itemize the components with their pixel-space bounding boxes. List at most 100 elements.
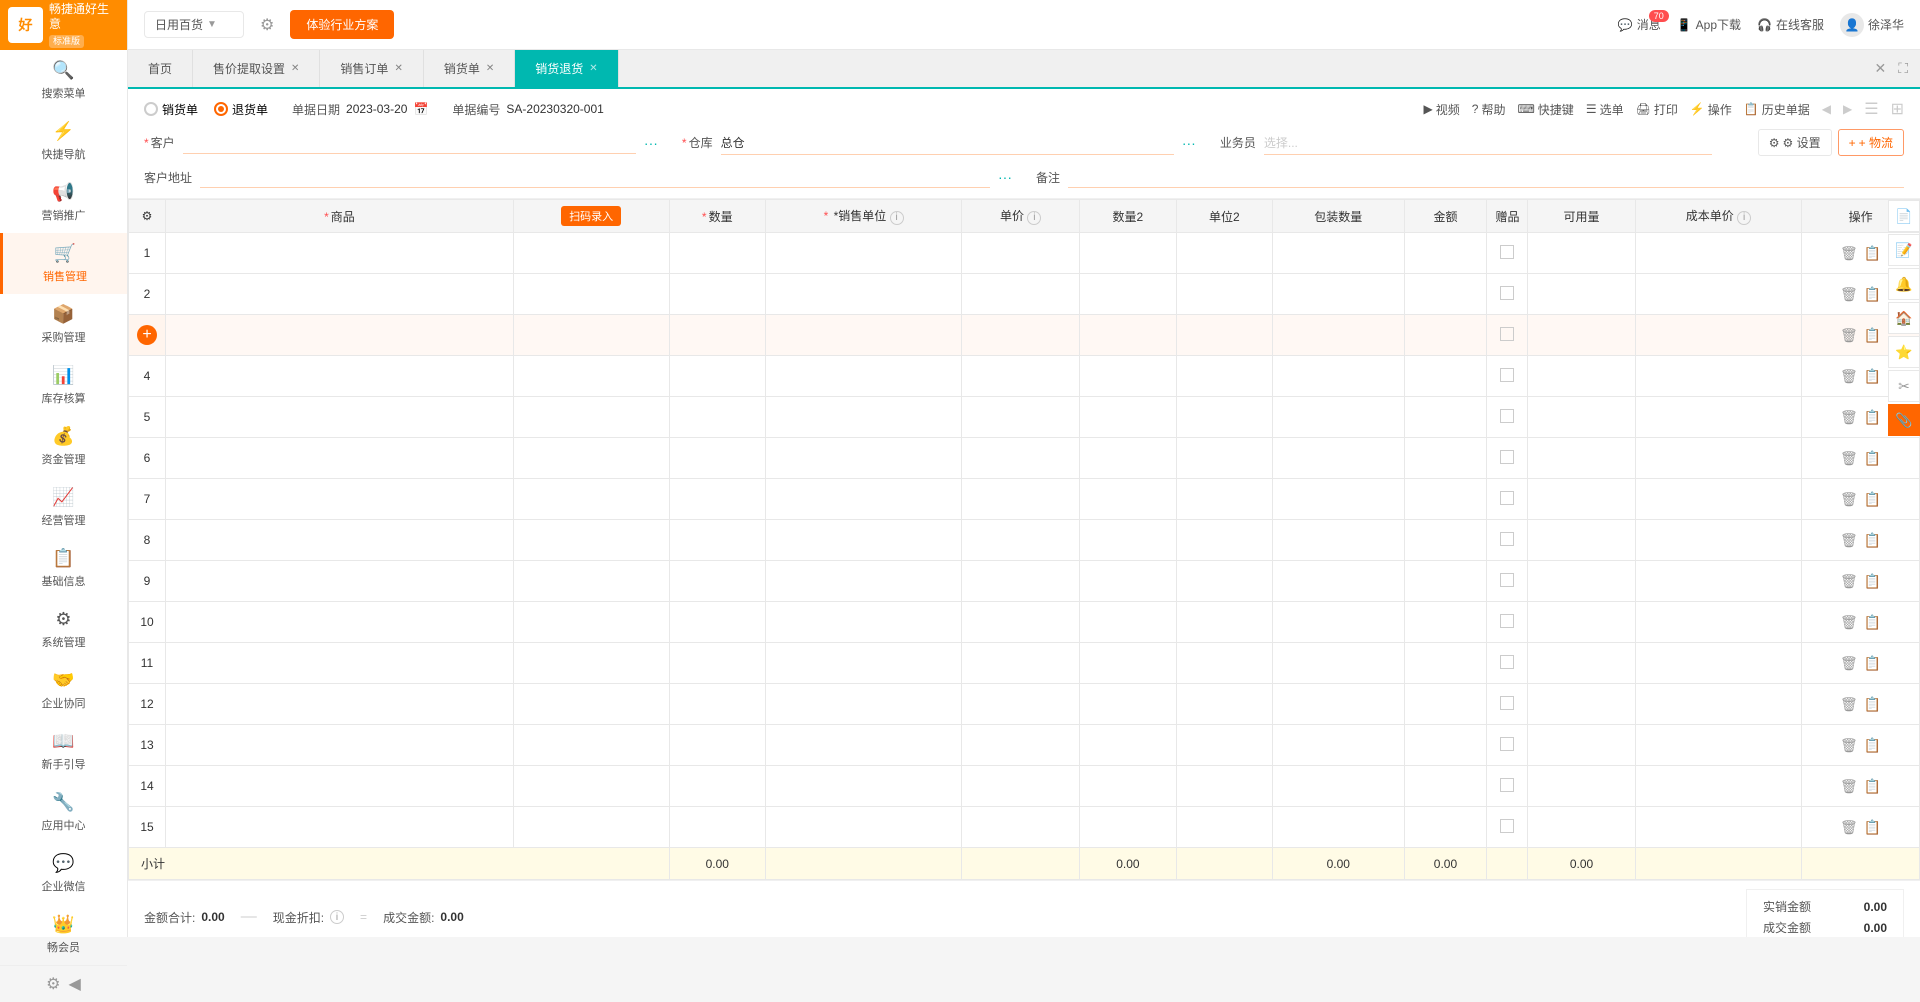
tab-close-4[interactable]: ✕ — [589, 63, 597, 74]
tab-销货退货[interactable]: 销货退货✕ — [515, 50, 618, 87]
copy-icon-9[interactable]: 📋 — [1864, 573, 1881, 590]
delete-icon-4[interactable]: 🗑 — [1840, 368, 1858, 385]
copy-icon-5[interactable]: 📋 — [1864, 409, 1881, 426]
shortcut-btn[interactable]: ⌨ 快捷键 — [1517, 101, 1573, 118]
gift-checkbox-10[interactable] — [1500, 614, 1514, 628]
price-info-icon[interactable]: i — [1027, 211, 1041, 225]
gift-checkbox-14[interactable] — [1500, 778, 1514, 792]
staff-input[interactable]: 选择... — [1264, 131, 1712, 155]
unit-info-icon[interactable]: i — [890, 211, 904, 225]
gift-checkbox-4[interactable] — [1500, 368, 1514, 382]
gift-checkbox-5[interactable] — [1500, 409, 1514, 423]
print-btn[interactable]: 🖨 打印 — [1636, 101, 1678, 118]
calendar-icon[interactable]: 📅 — [413, 102, 428, 116]
sidebar-item-新手引导[interactable]: 📖新手引导 — [0, 721, 127, 782]
delete-icon-14[interactable]: 🗑 — [1840, 778, 1858, 795]
address-input[interactable] — [200, 166, 990, 188]
delete-icon-6[interactable]: 🗑 — [1840, 450, 1858, 467]
delete-icon-5[interactable]: 🗑 — [1840, 409, 1858, 426]
sidebar-item-营销推广[interactable]: 📢营销推广 — [0, 172, 127, 233]
gift-checkbox-12[interactable] — [1500, 696, 1514, 710]
side-icon-orange[interactable]: 📎 — [1888, 404, 1920, 436]
history-btn[interactable]: 📋 历史单据 — [1744, 101, 1810, 118]
sidebar-item-畅会员[interactable]: 👑畅会员 — [0, 904, 127, 965]
add-row-button[interactable]: + — [137, 325, 157, 345]
copy-icon-4[interactable]: 📋 — [1864, 368, 1881, 385]
gift-checkbox-3[interactable] — [1500, 327, 1514, 341]
gift-checkbox-9[interactable] — [1500, 573, 1514, 587]
gift-checkbox-2[interactable] — [1500, 286, 1514, 300]
copy-icon-3[interactable]: 📋 — [1864, 327, 1881, 344]
copy-icon-10[interactable]: 📋 — [1864, 614, 1881, 631]
close-tab-icon[interactable]: ✕ — [1870, 56, 1890, 81]
sidebar-item-销售管理[interactable]: 🛒销售管理 — [0, 233, 127, 294]
tab-close-3[interactable]: ✕ — [486, 63, 494, 74]
video-btn[interactable]: ▶ 视频 — [1424, 101, 1460, 118]
gift-checkbox-1[interactable] — [1500, 245, 1514, 259]
trial-button[interactable]: 体验行业方案 — [290, 10, 394, 39]
delete-icon-8[interactable]: 🗑 — [1840, 532, 1858, 549]
tab-售价提取设置[interactable]: 售价提取设置✕ — [193, 50, 320, 87]
operation-btn[interactable]: ⚡ 操作 — [1690, 101, 1732, 118]
logistics-button[interactable]: + + 物流 — [1838, 129, 1904, 156]
copy-icon-2[interactable]: 📋 — [1864, 286, 1881, 303]
delete-icon-10[interactable]: 🗑 — [1840, 614, 1858, 631]
message-button[interactable]: 💬 消息 70 — [1618, 16, 1661, 33]
tab-close-1[interactable]: ✕ — [291, 63, 299, 74]
category-select[interactable]: 日用百货 ▼ — [144, 11, 244, 38]
select-single-btn[interactable]: ☰ 选单 — [1586, 101, 1624, 118]
gift-checkbox-6[interactable] — [1500, 450, 1514, 464]
product-input-3[interactable] — [174, 328, 505, 342]
tab-销货单[interactable]: 销货单✕ — [424, 50, 515, 87]
help-btn[interactable]: ? 帮助 — [1472, 101, 1506, 118]
address-picker-icon[interactable]: ··· — [998, 169, 1012, 185]
app-download-button[interactable]: 📱 App下载 — [1677, 16, 1741, 33]
sidebar-item-应用中心[interactable]: 🔧应用中心 — [0, 782, 127, 843]
collapse-icon[interactable]: ◀ — [69, 974, 81, 994]
cost-info-icon[interactable]: i — [1737, 211, 1751, 225]
side-icon-doc[interactable]: 📄 — [1888, 200, 1920, 232]
customer-input[interactable] — [183, 132, 636, 154]
sidebar-item-库存核算[interactable]: 📊库存核算 — [0, 355, 127, 416]
copy-icon-8[interactable]: 📋 — [1864, 532, 1881, 549]
delete-icon-1[interactable]: 🗑 — [1840, 245, 1858, 262]
col-settings-icon[interactable]: ⚙ — [142, 209, 153, 223]
sidebar-item-企业微信[interactable]: 💬企业微信 — [0, 843, 127, 904]
side-icon-home[interactable]: 🏠 — [1888, 302, 1920, 334]
radio-return[interactable]: 退货单 — [214, 101, 268, 118]
delete-icon-2[interactable]: 🗑 — [1840, 286, 1858, 303]
copy-icon-11[interactable]: 📋 — [1864, 655, 1881, 672]
copy-icon-7[interactable]: 📋 — [1864, 491, 1881, 508]
view-toggle-grid[interactable]: ⊞ — [1891, 99, 1904, 119]
view-toggle-list[interactable]: ☰ — [1864, 99, 1878, 119]
delete-icon-13[interactable]: 🗑 — [1840, 737, 1858, 754]
side-icon-scissors[interactable]: ✂ — [1888, 370, 1920, 402]
tab-首页[interactable]: 首页 — [128, 50, 193, 87]
side-icon-star[interactable]: ⭐ — [1888, 336, 1920, 368]
sidebar-item-企业协同[interactable]: 🤝企业协同 — [0, 660, 127, 721]
gift-checkbox-11[interactable] — [1500, 655, 1514, 669]
discount-info-icon[interactable]: i — [330, 910, 344, 924]
scan-button[interactable]: 扫码录入 — [561, 206, 621, 226]
delete-icon-11[interactable]: 🗑 — [1840, 655, 1858, 672]
tab-close-2[interactable]: ✕ — [394, 63, 402, 74]
copy-icon-1[interactable]: 📋 — [1864, 245, 1881, 262]
tab-销售订单[interactable]: 销售订单✕ — [320, 50, 423, 87]
delete-icon-9[interactable]: 🗑 — [1840, 573, 1858, 590]
delete-icon-7[interactable]: 🗑 — [1840, 491, 1858, 508]
gift-checkbox-7[interactable] — [1500, 491, 1514, 505]
sidebar-item-经营管理[interactable]: 📈经营管理 — [0, 477, 127, 538]
copy-icon-13[interactable]: 📋 — [1864, 737, 1881, 754]
sidebar-item-资金管理[interactable]: 💰资金管理 — [0, 416, 127, 477]
settings-gear-icon[interactable]: ⚙ — [256, 11, 278, 39]
sidebar-item-基础信息[interactable]: 📋基础信息 — [0, 538, 127, 599]
sidebar-item-快捷导航[interactable]: ⚡快捷导航 — [0, 111, 127, 172]
settings-button[interactable]: ⚙ ⚙ 设置 — [1758, 129, 1832, 156]
copy-icon-12[interactable]: 📋 — [1864, 696, 1881, 713]
sidebar-item-系统管理[interactable]: ⚙系统管理 — [0, 599, 127, 660]
user-profile-button[interactable]: 👤 徐泽华 — [1840, 13, 1904, 37]
warehouse-input[interactable]: 总仓 — [721, 131, 1174, 155]
side-icon-bell[interactable]: 🔔 — [1888, 268, 1920, 300]
warehouse-picker-icon[interactable]: ··· — [1182, 135, 1196, 151]
customer-service-button[interactable]: 🎧 在线客服 — [1757, 16, 1824, 33]
